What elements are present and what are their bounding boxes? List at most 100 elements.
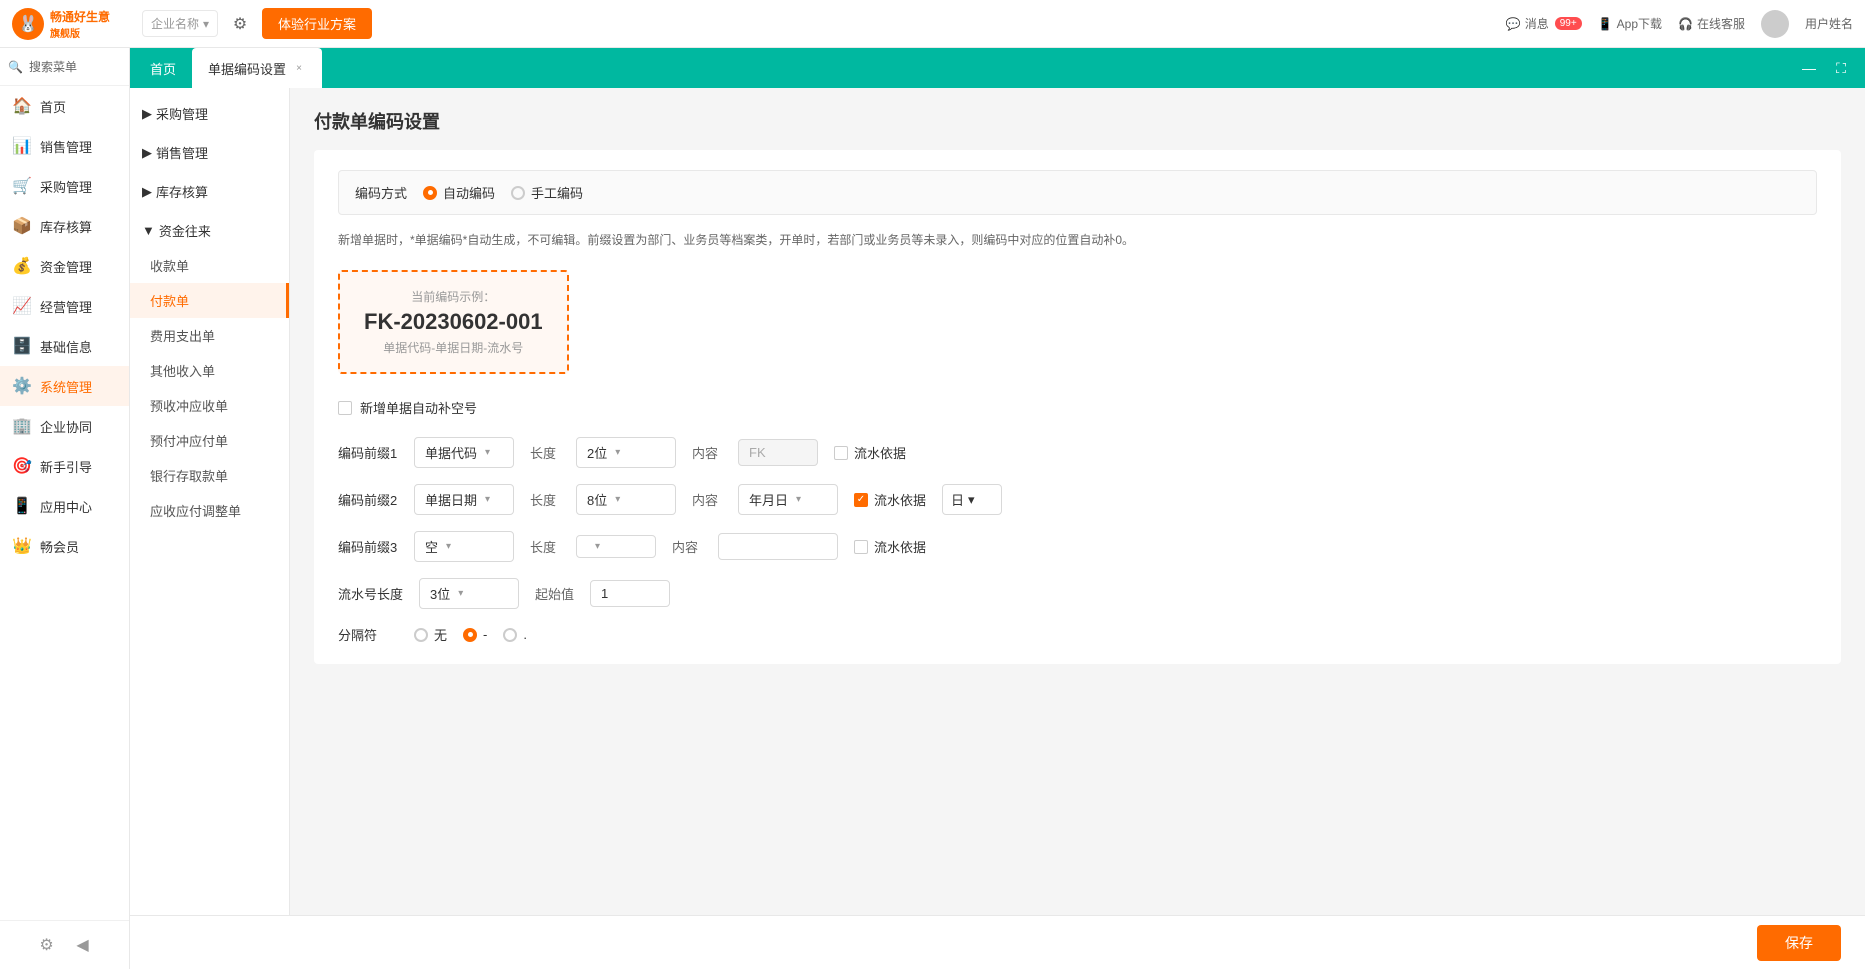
prefix1-length-arrow-icon: ▾ [615, 447, 620, 458]
prefix2-serial-check[interactable]: ✓ 流水依据 [854, 490, 926, 509]
sub-group-sales-title[interactable]: ▶ 销售管理 [130, 135, 289, 170]
gear-icon[interactable]: ⚙ [226, 10, 254, 38]
auto-fill-checkbox[interactable] [338, 401, 352, 415]
prefix3-content-input[interactable] [718, 533, 838, 560]
tab-home-label: 首页 [150, 59, 176, 78]
collapse-icon[interactable]: ◀ [69, 931, 97, 959]
sidebar-item-company[interactable]: 🏢 企业协同 [0, 406, 129, 446]
logo-icon: 🐰 [12, 8, 44, 40]
prefix2-length-select[interactable]: 8位 ▾ [576, 484, 676, 515]
sub-item-bank-deposit[interactable]: 银行存取款单 [130, 458, 289, 493]
page-title: 付款单编码设置 [314, 108, 1841, 134]
member-icon: 👑 [12, 536, 32, 556]
separator-dash[interactable]: - [463, 627, 487, 642]
settings-card: 编码方式 自动编码 手工编码 [314, 150, 1841, 664]
sidebar-item-operation[interactable]: 📈 经营管理 [0, 286, 129, 326]
newbie-icon: 🎯 [12, 456, 32, 476]
sub-item-adjust[interactable]: 应收应付调整单 [130, 493, 289, 528]
online-service-item[interactable]: 🎧 在线客服 [1678, 15, 1745, 32]
bottom-bar: 保存 [130, 915, 1865, 969]
app-download-label: App下载 [1617, 15, 1662, 32]
prefix3-content-label: 内容 [672, 537, 702, 556]
serial-row: 流水号长度 3位 ▾ 起始值 [338, 578, 1817, 609]
headset-icon: 🎧 [1678, 17, 1693, 31]
chevron-down-icon: ▾ [203, 17, 209, 31]
sub-item-expense[interactable]: 费用支出单 [130, 318, 289, 353]
start-value-input[interactable] [590, 580, 670, 607]
sidebar-search-label: 搜索菜单 [29, 58, 77, 75]
minimize-icon[interactable]: — [1797, 56, 1821, 80]
sidebar-label-home: 首页 [40, 97, 66, 116]
sub-item-other-income[interactable]: 其他收入单 [130, 353, 289, 388]
radio-auto[interactable]: 自动编码 [423, 183, 495, 202]
sidebar-item-finance[interactable]: 💰 资金管理 [0, 246, 129, 286]
sidebar-label-sales: 销售管理 [40, 137, 92, 156]
sub-item-advance-receivable[interactable]: 预收冲应收单 [130, 388, 289, 423]
prefix2-content-select[interactable]: 年月日 ▾ [738, 484, 838, 515]
sidebar-item-member[interactable]: 👑 畅会员 [0, 526, 129, 566]
prefix2-select[interactable]: 单据日期 ▾ [414, 484, 514, 515]
tab-home[interactable]: 首页 [134, 48, 192, 88]
prefix1-serial-check[interactable]: 流水依据 [834, 443, 906, 462]
serial-length-select[interactable]: 3位 ▾ [419, 578, 519, 609]
sidebar-label-basic: 基础信息 [40, 337, 92, 356]
settings-bottom-icon[interactable]: ⚙ [33, 931, 61, 959]
tab-close-icon[interactable]: × [292, 61, 306, 75]
message-item[interactable]: 💬 消息 99+ [1506, 15, 1582, 32]
sub-item-payment[interactable]: 付款单 [130, 283, 289, 318]
prefix1-content-label: 内容 [692, 443, 722, 462]
serial-length-label: 流水号长度 [338, 584, 403, 603]
sub-group-purchase-title[interactable]: ▶ 采购管理 [130, 96, 289, 131]
app-download-item[interactable]: 📱 App下载 [1598, 15, 1662, 32]
prefix3-value: 空 [425, 537, 438, 556]
sidebar-label-newbie: 新手引导 [40, 457, 92, 476]
app-download-icon: 📱 [1598, 17, 1613, 31]
prefix2-row: 编码前缀2 单据日期 ▾ 长度 8位 ▾ 内容 年月日 [338, 484, 1817, 515]
prefix2-day-select[interactable]: 日 ▾ [942, 484, 1002, 515]
sidebar-item-inventory[interactable]: 📦 库存核算 [0, 206, 129, 246]
prefix3-select[interactable]: 空 ▾ [414, 531, 514, 562]
prefix1-arrow-icon: ▾ [485, 447, 490, 458]
prefix3-length-label: 长度 [530, 537, 560, 556]
sidebar-item-system[interactable]: ⚙️ 系统管理 [0, 366, 129, 406]
sidebar-item-sales[interactable]: 📊 销售管理 [0, 126, 129, 166]
sidebar-item-purchase[interactable]: 🛒 采购管理 [0, 166, 129, 206]
sub-group-capital-title[interactable]: ▼ 资金往来 [130, 213, 289, 248]
company-dropdown[interactable]: 企业名称 ▾ [142, 10, 218, 37]
sidebar-item-newbie[interactable]: 🎯 新手引导 [0, 446, 129, 486]
tab-current[interactable]: 单据编码设置 × [192, 48, 322, 88]
maximize-icon[interactable]: ⛶ [1829, 56, 1853, 80]
sub-group-inventory-title[interactable]: ▶ 库存核算 [130, 174, 289, 209]
prefix1-length-select[interactable]: 2位 ▾ [576, 437, 676, 468]
prefix3-serial-check[interactable]: 流水依据 [854, 537, 926, 556]
separator-dash-label: - [483, 627, 487, 642]
industry-btn[interactable]: 体验行业方案 [262, 8, 372, 39]
sidebar-label-operation: 经营管理 [40, 297, 92, 316]
prefix1-select[interactable]: 单据代码 ▾ [414, 437, 514, 468]
separator-none[interactable]: 无 [414, 625, 447, 644]
prefix3-length-select[interactable]: ▾ [576, 535, 656, 558]
sub-item-advance-payable[interactable]: 预付冲应付单 [130, 423, 289, 458]
save-button[interactable]: 保存 [1757, 925, 1841, 961]
sidebar-label-finance: 资金管理 [40, 257, 92, 276]
apps-icon: 📱 [12, 496, 32, 516]
home-icon: 🏠 [12, 96, 32, 116]
preview-code: FK-20230602-001 [364, 309, 543, 335]
sidebar-item-apps[interactable]: 📱 应用中心 [0, 486, 129, 526]
avatar[interactable] [1761, 10, 1789, 38]
sidebar-item-basic[interactable]: 🗄️ 基础信息 [0, 326, 129, 366]
sub-item-receipt[interactable]: 收款单 [130, 248, 289, 283]
separator-dot[interactable]: . [503, 627, 527, 642]
sidebar-item-home[interactable]: 🏠 首页 [0, 86, 129, 126]
radio-auto-label: 自动编码 [443, 183, 495, 202]
radio-manual-circle [511, 186, 525, 200]
radio-manual-label: 手工编码 [531, 183, 583, 202]
sidebar-search[interactable]: 🔍 搜索菜单 [0, 48, 129, 86]
prefix1-content-input[interactable] [738, 439, 818, 466]
sub-group-sales: ▶ 销售管理 [130, 135, 289, 170]
prefix1-serial-label: 流水依据 [854, 443, 906, 462]
message-icon: 💬 [1506, 17, 1521, 31]
radio-manual[interactable]: 手工编码 [511, 183, 583, 202]
page-content: 付款单编码设置 编码方式 自动编码 手工编码 [290, 88, 1865, 915]
prefix2-serial-checkbox: ✓ [854, 493, 868, 507]
